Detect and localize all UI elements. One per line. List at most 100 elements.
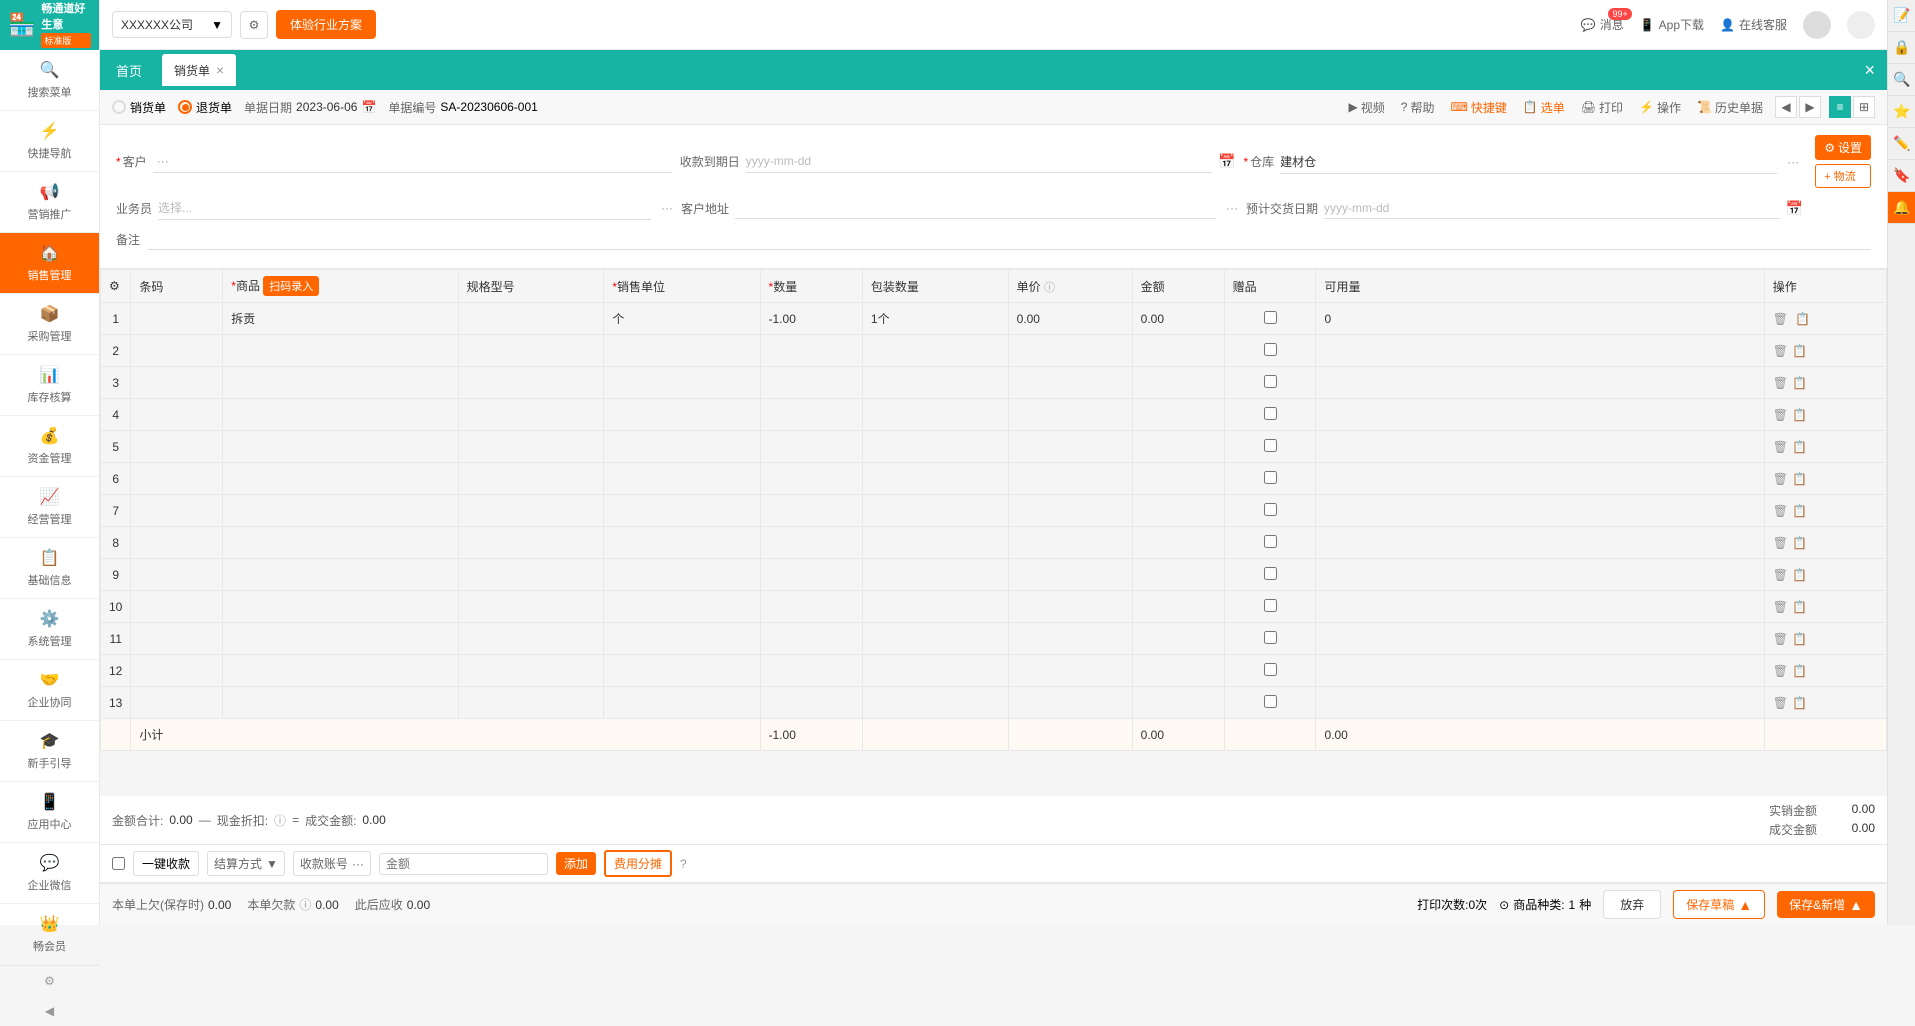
barcode-1[interactable]	[131, 303, 223, 335]
delete-icon[interactable]: 🗑	[1773, 568, 1788, 582]
col-gear[interactable]: ⚙	[101, 270, 131, 303]
print-btn[interactable]: 🖨 打印	[1577, 97, 1627, 118]
due-date-input[interactable]: yyyy-mm-dd	[746, 151, 1212, 173]
company-select[interactable]: XXXXXX公司 ▼	[112, 11, 232, 38]
rs-note[interactable]: 📝	[1888, 0, 1915, 32]
delete-icon[interactable]: 🗑	[1773, 696, 1788, 710]
online-service-btn[interactable]: 👤 在线客服	[1720, 16, 1787, 33]
customer-address-input[interactable]	[735, 197, 1216, 219]
copy-icon[interactable]: 📋	[1792, 344, 1807, 358]
price-1[interactable]: 0.00	[1008, 303, 1132, 335]
sidebar-item-purchase[interactable]: 📦 采购管理	[0, 294, 99, 355]
delete-icon[interactable]: 🗑	[1773, 408, 1788, 422]
pack-qty-1[interactable]: 1个	[862, 303, 1008, 335]
action-btn[interactable]: ⚡ 操作	[1635, 97, 1685, 118]
product-type-icon[interactable]: ⊙	[1499, 898, 1509, 912]
delete-icon[interactable]: 🗑	[1773, 664, 1788, 678]
sidebar-item-finance[interactable]: 💰 资金管理	[0, 416, 99, 477]
sidebar-item-sales[interactable]: 🏠 销售管理	[0, 233, 99, 294]
rs-lock[interactable]: 🔒	[1888, 32, 1915, 64]
copy-icon[interactable]: 📋	[1792, 632, 1807, 646]
address-dots[interactable]: ···	[1226, 201, 1238, 215]
copy-icon[interactable]: 📋	[1792, 472, 1807, 486]
trial-button[interactable]: 体验行业方案	[276, 10, 376, 39]
header-settings-btn[interactable]: ⚙	[240, 11, 268, 39]
fee-btn[interactable]: 费用分摊	[604, 850, 672, 877]
setup-btn[interactable]: ⚙ 设置	[1815, 135, 1871, 160]
tab-home[interactable]: 首页	[100, 50, 158, 90]
product-1[interactable]: 拆贡	[223, 303, 458, 335]
delete-icon[interactable]: 🗑	[1773, 376, 1788, 390]
copy-icon-1[interactable]: 📋	[1795, 312, 1810, 326]
delete-icon[interactable]: 🗑	[1773, 600, 1788, 614]
history-btn[interactable]: 📜 历史单据	[1693, 97, 1767, 118]
rs-edit[interactable]: ✏️	[1888, 128, 1915, 160]
amount-1[interactable]: 0.00	[1132, 303, 1224, 335]
copy-icon[interactable]: 📋	[1792, 408, 1807, 422]
copy-icon[interactable]: 📋	[1792, 664, 1807, 678]
one-key-checkbox[interactable]	[112, 857, 125, 870]
sidebar-item-enterprise[interactable]: 🤝 企业协同	[0, 660, 99, 721]
rs-bookmark[interactable]: 🔖	[1888, 160, 1915, 192]
discard-btn[interactable]: 放弃	[1603, 890, 1661, 919]
delete-icon[interactable]: 🗑	[1773, 344, 1788, 358]
sidebar-item-quick-nav[interactable]: ⚡ 快捷导航	[0, 111, 99, 172]
copy-icon[interactable]: 📋	[1792, 568, 1807, 582]
user-avatar[interactable]	[1803, 11, 1831, 39]
sidebar-item-inventory[interactable]: 📊 库存核算	[0, 355, 99, 416]
action-1[interactable]: 🗑 📋	[1764, 303, 1886, 335]
copy-icon[interactable]: 📋	[1792, 376, 1807, 390]
shortcut-btn[interactable]: ⌨ 快捷键	[1447, 97, 1511, 118]
sidebar-bottom-settings[interactable]: ⚙	[0, 966, 99, 996]
rs-search[interactable]: 🔍	[1888, 64, 1915, 96]
message-btn[interactable]: 💬 消息 99+	[1581, 16, 1624, 33]
scan-btn[interactable]: 扫码录入	[263, 276, 319, 296]
sidebar-item-wechat[interactable]: 💬 企业微信	[0, 843, 99, 904]
copy-icon[interactable]: 📋	[1792, 600, 1807, 614]
delete-icon-1[interactable]: 🗑	[1773, 312, 1788, 326]
rs-star[interactable]: ⭐	[1888, 96, 1915, 128]
delivery-cal-icon[interactable]: 📅	[1786, 200, 1803, 217]
table-wrapper[interactable]: ⚙ 条码 *商品 扫码录入 规格型号 *销售单位 *数量 包装数量 单价 ⓘ 金…	[100, 269, 1887, 796]
customer-input[interactable]: ···	[153, 151, 672, 173]
customer-dots[interactable]: ···	[157, 154, 169, 168]
payment-method-select[interactable]: 结算方式 ▼	[207, 851, 285, 876]
delete-icon[interactable]: 🗑	[1773, 632, 1788, 646]
help-btn[interactable]: ? 帮助	[1397, 97, 1439, 118]
tab-close-icon[interactable]: ×	[216, 62, 224, 78]
delete-icon[interactable]: 🗑	[1773, 440, 1788, 454]
remarks-input[interactable]	[148, 228, 1871, 250]
sidebar-bottom-collapse[interactable]: ◀	[0, 996, 99, 1026]
save-draft-btn[interactable]: 保存草稿 ▲	[1673, 890, 1765, 919]
payment-help-icon[interactable]: ?	[680, 857, 687, 871]
warehouse-dots[interactable]: ···	[1787, 155, 1799, 169]
next-btn[interactable]: ▶	[1799, 96, 1821, 118]
rs-alert[interactable]: 🔔	[1888, 192, 1915, 224]
add-btn[interactable]: 添加	[556, 852, 596, 875]
select-btn[interactable]: 📋 选单	[1519, 97, 1569, 118]
sidebar-item-system[interactable]: ⚙️ 系统管理	[0, 599, 99, 660]
sidebar-item-basic[interactable]: 📋 基础信息	[0, 538, 99, 599]
logistics-btn[interactable]: + 物流	[1815, 164, 1871, 188]
copy-icon[interactable]: 📋	[1792, 504, 1807, 518]
copy-icon[interactable]: 📋	[1792, 696, 1807, 710]
sidebar-item-guide[interactable]: 🎓 新手引导	[0, 721, 99, 782]
gift-1[interactable]	[1224, 303, 1316, 335]
tab-sales-order[interactable]: 销货单 ×	[162, 54, 236, 86]
unit-1[interactable]: 个	[604, 303, 760, 335]
sidebar-item-search[interactable]: 🔍 搜索菜单	[0, 50, 99, 111]
tab-bar-close[interactable]: ×	[1864, 60, 1875, 81]
sidebar-item-member[interactable]: 👑 畅会员	[0, 904, 99, 965]
warehouse-input[interactable]: 建材仓	[1280, 150, 1777, 174]
delete-icon[interactable]: 🗑	[1773, 536, 1788, 550]
radio-sale[interactable]: 销货单	[112, 99, 166, 116]
prev-btn[interactable]: ◀	[1775, 96, 1797, 118]
user-avatar2[interactable]	[1847, 11, 1875, 39]
copy-icon[interactable]: 📋	[1792, 440, 1807, 454]
delete-icon[interactable]: 🗑	[1773, 504, 1788, 518]
radio-return[interactable]: 退货单	[178, 99, 232, 116]
account-dots[interactable]: ···	[352, 857, 364, 871]
delivery-date-input[interactable]: yyyy-mm-dd	[1324, 197, 1780, 219]
amount-input[interactable]	[379, 853, 548, 875]
one-key-btn[interactable]: 一键收款	[133, 851, 199, 876]
